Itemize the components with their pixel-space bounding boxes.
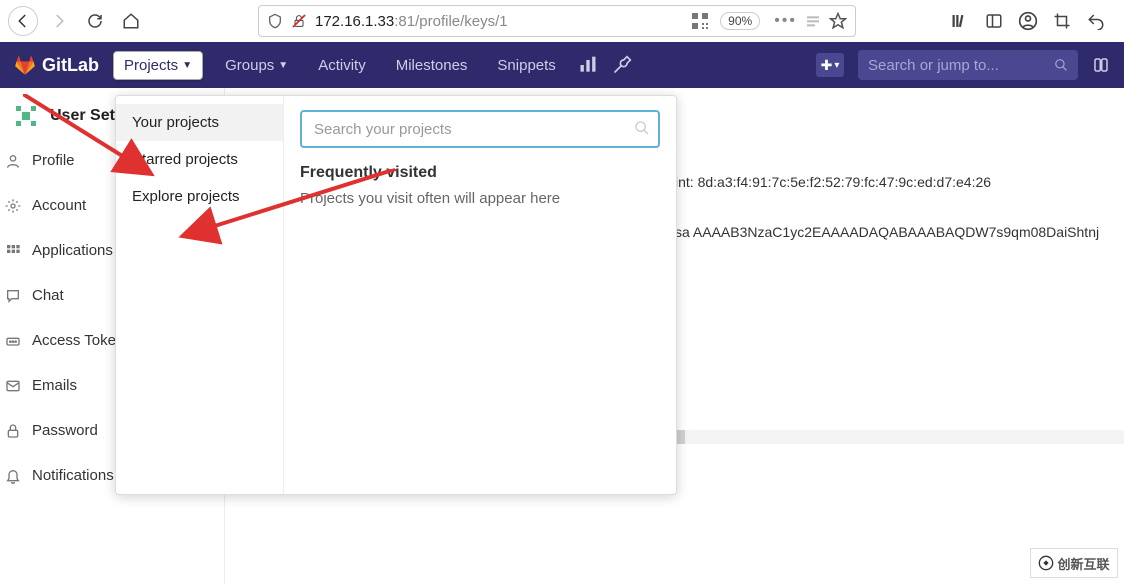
gear-icon [4, 198, 22, 214]
undo-icon[interactable] [1086, 11, 1106, 31]
chat-icon [4, 288, 22, 304]
dropdown-right: Frequently visited Projects you visit of… [284, 96, 676, 494]
search-icon [634, 120, 650, 136]
nav-milestones[interactable]: Milestones [388, 52, 476, 79]
reload-button[interactable] [80, 6, 110, 36]
mail-icon [4, 378, 22, 394]
page-body: User Setti Profile Account Applications … [0, 88, 1124, 584]
chart-icon[interactable] [578, 55, 598, 75]
dropdown-search-input[interactable] [300, 110, 660, 148]
back-button[interactable] [8, 6, 38, 36]
nav-snippets[interactable]: Snippets [489, 52, 563, 79]
address-bar[interactable]: 172.16.1.33:81/profile/keys/1 90% ••• [258, 5, 856, 37]
fingerprint-line: int: 8d:a3:f4:91:7c:5e:f2:52:79:fc:47:9c… [675, 174, 991, 190]
chevron-down-icon: ▼ [278, 60, 288, 71]
apps-icon [4, 243, 22, 259]
sidebar-icon[interactable] [984, 11, 1004, 31]
watermark-icon [1038, 555, 1054, 571]
watermark: 创新互联 [1030, 548, 1118, 578]
global-search[interactable] [858, 50, 1078, 80]
lock-icon [4, 423, 22, 439]
projects-dropdown: Your projects Starred projects Explore p… [115, 95, 677, 495]
sidebar-title: User Setti [50, 107, 125, 125]
reader-icon[interactable] [805, 13, 821, 29]
nav-projects[interactable]: Projects▼ [113, 51, 203, 80]
dropdown-left: Your projects Starred projects Explore p… [116, 96, 284, 494]
url-text: 172.16.1.33:81/profile/keys/1 [315, 13, 684, 30]
forward-button[interactable] [44, 6, 74, 36]
global-search-input[interactable] [868, 57, 1046, 74]
rsa-line: sa AAAAB3NzaC1yc2EAAAADAQABAAABAQDW7s9qm… [675, 224, 1099, 240]
browser-toolbar: 172.16.1.33:81/profile/keys/1 90% ••• [0, 0, 1124, 42]
wrench-icon[interactable] [612, 55, 632, 75]
dropdown-search [300, 110, 660, 148]
dropdown-starred-projects[interactable]: Starred projects [116, 141, 283, 178]
tanuki-icon [14, 54, 36, 76]
bookmark-star-icon[interactable] [829, 12, 847, 30]
gitlab-navbar: GitLab Projects▼ Groups▼ Activity Milest… [0, 42, 1124, 88]
home-button[interactable] [116, 6, 146, 36]
avatar [12, 102, 40, 130]
freq-heading: Frequently visited [300, 164, 660, 182]
search-icon [1054, 57, 1068, 73]
dropdown-your-projects[interactable]: Your projects [116, 104, 283, 141]
gitlab-logo[interactable]: GitLab [14, 54, 99, 76]
library-icon[interactable] [950, 11, 970, 31]
nav-groups[interactable]: Groups▼ [217, 52, 296, 79]
chevron-down-icon: ▼ [182, 60, 192, 71]
lock-slash-icon [291, 13, 307, 29]
account-icon[interactable] [1018, 11, 1038, 31]
user-icon [4, 153, 22, 169]
nav-activity[interactable]: Activity [310, 52, 374, 79]
qr-icon[interactable] [692, 13, 708, 29]
zoom-badge[interactable]: 90% [720, 12, 760, 30]
bell-icon [4, 468, 22, 484]
page-actions-icon[interactable]: ••• [774, 12, 797, 30]
new-button[interactable]: ✚▾ [816, 53, 844, 77]
dropdown-explore-projects[interactable]: Explore projects [116, 178, 283, 215]
freq-sub: Projects you visit often will appear her… [300, 190, 660, 207]
canary-icon[interactable] [1092, 55, 1110, 75]
token-icon [4, 333, 22, 349]
shield-icon [267, 13, 283, 29]
crop-icon[interactable] [1052, 11, 1072, 31]
